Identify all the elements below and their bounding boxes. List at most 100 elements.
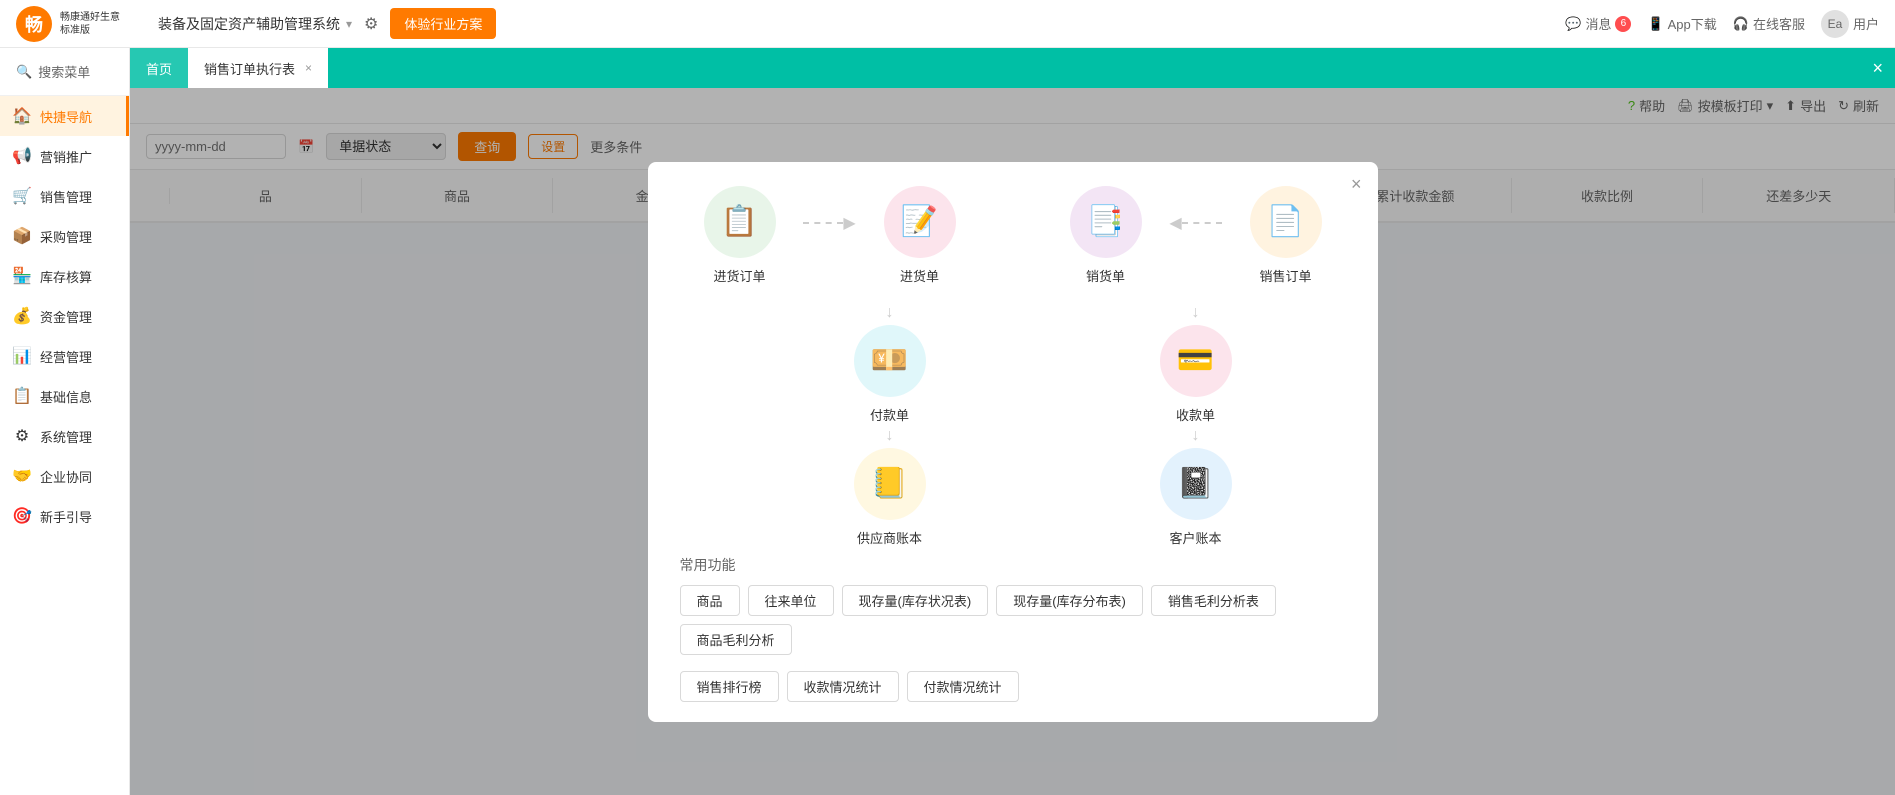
scroll-left-button[interactable]: ◀ <box>680 720 690 722</box>
flow-item-purchase-bill: 📝 进货单 <box>860 186 980 285</box>
content-area: 首页 销售订单执行表 × × ? 帮助 <box>130 48 1895 795</box>
func-btn-1[interactable]: 往来单位 <box>748 585 834 616</box>
user-name: 用户 <box>1853 14 1879 33</box>
message-button[interactable]: 💬 消息 6 <box>1565 14 1631 33</box>
sidebar-item-operations[interactable]: 📊 经营管理 <box>0 336 129 376</box>
payment-circle[interactable]: 💴 <box>854 325 926 397</box>
dropdown-arrow-icon[interactable]: ▾ <box>346 17 352 31</box>
func-btn-7[interactable]: 收款情况统计 <box>787 671 899 702</box>
func-btn-0[interactable]: 商品 <box>680 585 740 616</box>
sidebar-item-label: 采购管理 <box>40 227 92 246</box>
sidebar-item-label: 系统管理 <box>40 427 92 446</box>
supplier-ledger-col: ↓ 📒 供应商账本 <box>800 424 980 547</box>
logo-area: 畅 畅康通好生意 标准版 <box>16 6 146 42</box>
tab-bar: 首页 销售订单执行表 × × <box>130 48 1895 88</box>
trial-button[interactable]: 体验行业方案 <box>390 8 496 39</box>
customer-ledger-circle[interactable]: 📓 <box>1160 448 1232 520</box>
user-menu[interactable]: Ea 用户 <box>1821 10 1879 38</box>
func-btn-6[interactable]: 销售排行榜 <box>680 671 779 702</box>
sidebar-item-newbie[interactable]: 🎯 新手引导 <box>0 496 129 536</box>
app-download-button[interactable]: 📱 App下载 <box>1647 14 1716 33</box>
basic-info-icon: 📋 <box>12 386 32 406</box>
online-service-button[interactable]: 🎧 在线客服 <box>1733 14 1805 33</box>
func-btn-4[interactable]: 销售毛利分析表 <box>1151 585 1276 616</box>
finance-icon: 💰 <box>12 306 32 326</box>
scroll-right-button[interactable]: ▶ <box>1336 720 1346 722</box>
search-menu-button[interactable]: 🔍 搜索菜单 <box>8 58 121 85</box>
settings-icon[interactable]: ⚙ <box>364 14 378 34</box>
logo-text: 畅康通好生意 标准版 <box>60 11 120 37</box>
modal-close-button[interactable]: × <box>1351 174 1362 195</box>
sidebar-item-basic-info[interactable]: 📋 基础信息 <box>0 376 129 416</box>
spacer-3 <box>980 424 1106 547</box>
sidebar-item-finance[interactable]: 💰 资金管理 <box>0 296 129 336</box>
sales-icon: 🛒 <box>12 186 32 206</box>
system-title: 装备及固定资产辅助管理系统 ▾ <box>158 14 352 34</box>
operations-icon: 📊 <box>12 346 32 366</box>
func-btn-3[interactable]: 现存量(库存分布表) <box>996 585 1143 616</box>
purchase-bill-circle[interactable]: 📝 <box>884 186 956 258</box>
arrow-head-1: ▶ <box>843 213 855 233</box>
purchase-order-icon: 📋 <box>721 204 758 239</box>
sidebar-item-marketing[interactable]: 📢 营销推广 <box>0 136 129 176</box>
modal: × 📋 进货订单 <box>648 162 1378 722</box>
sidebar-item-sales[interactable]: 🛒 销售管理 <box>0 176 129 216</box>
search-menu-label: 搜索菜单 <box>38 62 90 81</box>
online-service-label: 在线客服 <box>1753 14 1805 33</box>
sales-bill-circle[interactable]: 📑 <box>1070 186 1142 258</box>
spacer-2 <box>980 301 1106 424</box>
sidebar-item-system[interactable]: ⚙ 系统管理 <box>0 416 129 456</box>
sales-order-circle[interactable]: 📄 <box>1250 186 1322 258</box>
sidebar-item-enterprise[interactable]: 🤝 企业协同 <box>0 456 129 496</box>
func-btn-8[interactable]: 付款情况统计 <box>907 671 1019 702</box>
purchase-order-circle[interactable]: 📋 <box>704 186 776 258</box>
func-btn-2[interactable]: 现存量(库存状况表) <box>842 585 989 616</box>
tab-home[interactable]: 首页 <box>130 48 188 88</box>
sidebar-item-quick-nav[interactable]: 🏠 快捷导航 <box>0 96 129 136</box>
flow-row-2-wrapper: ↓ 💴 付款单 <box>680 301 1346 424</box>
receipt-circle[interactable]: 💳 <box>1160 325 1232 397</box>
message-icon: 💬 <box>1565 16 1581 32</box>
close-window-button[interactable]: × <box>1872 58 1895 79</box>
sidebar: 🔍 搜索菜单 🏠 快捷导航 📢 营销推广 🛒 销售管理 📦 采购管理 <box>0 48 130 795</box>
sidebar-item-label: 营销推广 <box>40 147 92 166</box>
flow-item-customer-ledger: 📓 客户账本 <box>1136 448 1256 547</box>
avatar: Ea <box>1821 10 1849 38</box>
sidebar-item-purchase[interactable]: 📦 采购管理 <box>0 216 129 256</box>
payment-col: ↓ 💴 付款单 <box>800 301 980 424</box>
arrow-sales-order-to-bill: ◀ <box>1166 213 1226 257</box>
flow-row-1: 📋 进货订单 ▶ <box>680 186 1346 285</box>
purchase-order-label: 进货订单 <box>713 266 765 285</box>
logo-icon: 畅 <box>16 6 52 42</box>
headset-icon: 🎧 <box>1733 16 1749 32</box>
flow-section: 📋 进货订单 ▶ <box>680 186 1346 547</box>
tab-sales-order[interactable]: 销售订单执行表 × <box>188 48 328 88</box>
modal-scrollbar-row: ◀ ▶ <box>680 718 1346 722</box>
marketing-icon: 📢 <box>12 146 32 166</box>
sidebar-search: 🔍 搜索菜单 <box>0 48 129 96</box>
sidebar-item-label: 基础信息 <box>40 387 92 406</box>
func-btn-5[interactable]: 商品毛利分析 <box>680 624 792 655</box>
sidebar-item-label: 销售管理 <box>40 187 92 206</box>
sidebar-item-inventory[interactable]: 🏪 库存核算 <box>0 256 129 296</box>
app-container: 畅 畅康通好生意 标准版 装备及固定资产辅助管理系统 ▾ ⚙ 体验行业方案 💬 … <box>0 0 1895 795</box>
newbie-icon: 🎯 <box>12 506 32 526</box>
flow-item-supplier-ledger: 📒 供应商账本 <box>830 448 950 547</box>
sidebar-item-label: 企业协同 <box>40 467 92 486</box>
arrow-down-supplier: ↓ <box>886 424 894 448</box>
flow-item-purchase-order: 📋 进货订单 <box>680 186 800 285</box>
sidebar-item-label: 快捷导航 <box>40 107 92 126</box>
enterprise-icon: 🤝 <box>12 466 32 486</box>
tab-close-icon[interactable]: × <box>305 61 312 75</box>
page-content: ? 帮助 🖨 按模板打印 ▾ ⬆ 导出 ↻ <box>130 88 1895 795</box>
dashed-line-1 <box>803 222 843 224</box>
sidebar-item-label: 库存核算 <box>40 267 92 286</box>
top-bar: 畅 畅康通好生意 标准版 装备及固定资产辅助管理系统 ▾ ⚙ 体验行业方案 💬 … <box>0 0 1895 48</box>
modal-overlay[interactable]: × 📋 进货订单 <box>130 88 1895 795</box>
supplier-ledger-circle[interactable]: 📒 <box>854 448 926 520</box>
arrow-head-2: ◀ <box>1169 213 1181 233</box>
sidebar-item-label: 资金管理 <box>40 307 92 326</box>
download-icon: 📱 <box>1647 16 1663 32</box>
flow-item-sales-bill: 📑 销货单 <box>1046 186 1166 285</box>
flow-item-sales-order: 📄 销售订单 <box>1226 186 1346 285</box>
